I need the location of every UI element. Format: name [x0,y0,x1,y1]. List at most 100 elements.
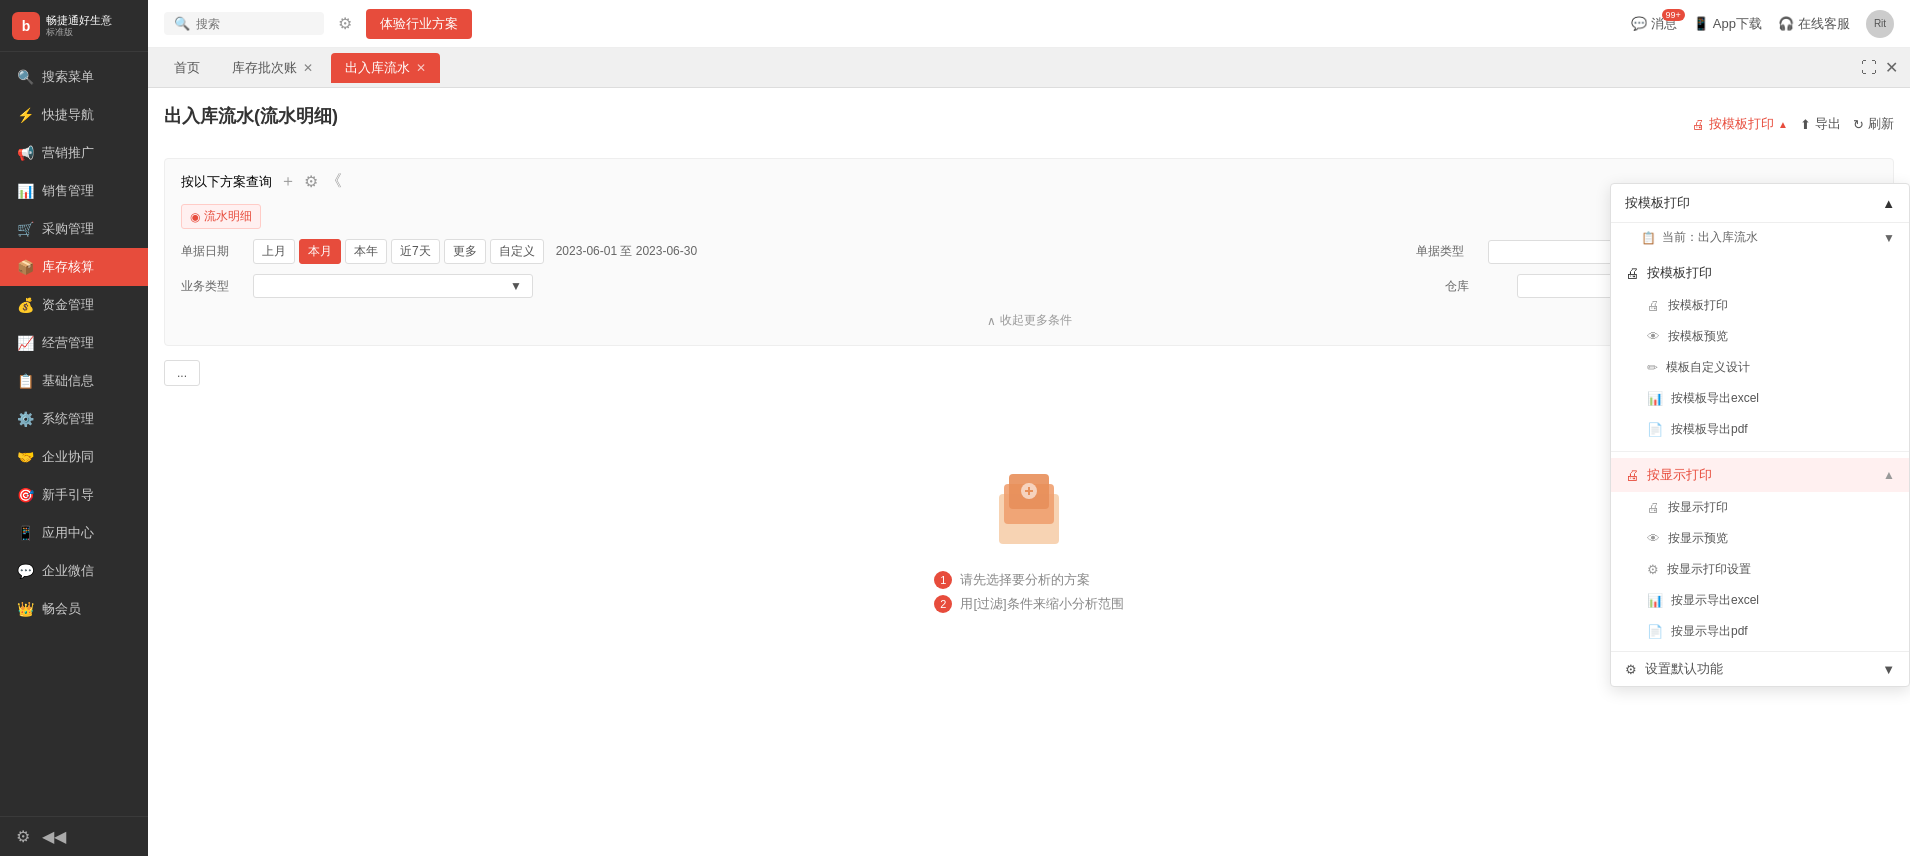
search-input[interactable] [196,17,296,31]
print-settings-display-item[interactable]: ⚙ 按显示打印设置 [1611,554,1909,585]
finance-icon: 💰 [16,297,34,313]
display-section-arrow: ▲ [1883,468,1895,482]
sidebar-item-app-center[interactable]: 📱 应用中心 [0,514,148,552]
sidebar-item-marketing[interactable]: 📢 营销推广 [0,134,148,172]
sidebar-item-label: 基础信息 [42,372,94,390]
sidebar-item-label: 企业微信 [42,562,94,580]
set-default-function-item[interactable]: ⚙ 设置默认功能 ▼ [1611,651,1909,686]
settings-bottom-icon[interactable]: ⚙ [16,827,30,846]
preview-by-display-label: 按显示预览 [1668,530,1728,547]
current-chevron-icon: ▼ [1883,231,1895,245]
print-section-template-header[interactable]: 🖨 按模板打印 [1611,256,1909,290]
settings-gear-icon[interactable]: ⚙ [334,10,356,37]
print-dropdown: 按模板打印 ▲ 📋 当前：出入库流水 ▼ 🖨 按模板打印 🖨 按模板打印 [1610,183,1910,687]
sidebar-item-wechat[interactable]: 💬 企业微信 [0,552,148,590]
tab-close-inout[interactable]: ✕ [416,61,426,75]
add-filter-btn[interactable]: ＋ [280,171,296,192]
sidebar-item-quick-nav[interactable]: ⚡ 快捷导航 [0,96,148,134]
sidebar-item-label: 经营管理 [42,334,94,352]
refresh-btn[interactable]: ↻ 刷新 [1853,115,1894,133]
filter-type-tag[interactable]: ◉ 流水明细 [181,204,261,229]
system-icon: ⚙️ [16,411,34,427]
message-badge: 99+ [1662,9,1685,21]
export-excel-display-item[interactable]: 📊 按显示导出excel [1611,585,1909,616]
sidebar-item-purchase[interactable]: 🛒 采购管理 [0,210,148,248]
page-title: 出入库流水(流水明细) [164,104,338,128]
date-btn-last-month[interactable]: 上月 [253,239,295,264]
date-btn-more[interactable]: 更多 [444,239,486,264]
excel-icon-1: 📊 [1647,391,1663,406]
tab-bar: 首页 库存批次账 ✕ 出入库流水 ✕ ⛶ ✕ [148,48,1910,88]
avatar[interactable]: Rit [1866,10,1894,38]
export-btn[interactable]: ⬆ 导出 [1800,115,1841,133]
sidebar-item-basic[interactable]: 📋 基础信息 [0,362,148,400]
export-pdf-display-item[interactable]: 📄 按显示导出pdf [1611,616,1909,647]
tab-close-batch[interactable]: ✕ [303,61,313,75]
logo-icon: b [12,12,40,40]
sidebar-item-operation[interactable]: 📈 经营管理 [0,324,148,362]
date-btn-7days[interactable]: 近7天 [391,239,440,264]
sidebar-item-finance[interactable]: 💰 资金管理 [0,286,148,324]
message-item[interactable]: 💬 消息 99+ [1631,15,1677,33]
app-download-item[interactable]: 📱 App下载 [1693,15,1762,33]
sidebar-item-label: 企业协同 [42,448,94,466]
date-btn-custom[interactable]: 自定义 [490,239,544,264]
tab-home[interactable]: 首页 [160,53,214,83]
preview-by-template-item[interactable]: 👁 按模板预览 [1611,321,1909,352]
print-section-display-header[interactable]: 🖨 按显示打印 ▲ [1611,458,1909,492]
sidebar-item-member[interactable]: 👑 畅会员 [0,590,148,628]
search-icon: 🔍 [16,69,34,85]
default-function-label: 设置默认功能 [1645,660,1723,678]
pdf-icon-2: 📄 [1647,624,1663,639]
print-template-btn[interactable]: 🖨 按模板打印 ▲ [1692,115,1788,133]
preview-icon-2: 👁 [1647,531,1660,546]
default-function-icon: ⚙ [1625,662,1637,677]
print-by-template-item[interactable]: 🖨 按模板打印 [1611,290,1909,321]
date-range-text: 2023-06-01 至 2023-06-30 [556,243,697,260]
business-type-select[interactable]: ▼ [253,274,533,298]
collapse-sidebar-icon[interactable]: ◀◀ [42,827,66,846]
filter-tag-icon: ◉ [190,210,200,224]
more-actions-btn[interactable]: ... [164,360,200,386]
search-icon: 🔍 [174,16,190,31]
print-by-display-item[interactable]: 🖨 按显示打印 [1611,492,1909,523]
export-pdf-template-item[interactable]: 📄 按模板导出pdf [1611,414,1909,445]
business-type-label: 业务类型 [181,278,241,295]
design-icon: ✏ [1647,360,1658,375]
pdf-icon-1: 📄 [1647,422,1663,437]
date-btn-this-year[interactable]: 本年 [345,239,387,264]
tab-inout-flow-label: 出入库流水 [345,59,410,77]
sidebar-item-label: 新手引导 [42,486,94,504]
sidebar-item-corp[interactable]: 🤝 企业协同 [0,438,148,476]
print-section-display: 🖨 按显示打印 ▲ 🖨 按显示打印 👁 按显示预览 ⚙ 按显示打印设置 [1611,454,1909,651]
trial-btn[interactable]: 体验行业方案 [366,9,472,39]
filter-collapse-btn[interactable]: 《 [326,171,342,192]
print-dropdown-header[interactable]: 按模板打印 ▲ [1611,184,1909,223]
sidebar-item-search[interactable]: 🔍 搜索菜单 [0,58,148,96]
export-excel-template-item[interactable]: 📊 按模板导出excel [1611,383,1909,414]
export-pdf-template-label: 按模板导出pdf [1671,421,1748,438]
sidebar-item-inventory[interactable]: 📦 库存核算 [0,248,148,286]
close-dropdown-icon[interactable]: ▲ [1882,196,1895,211]
tab-inout-flow[interactable]: 出入库流水 ✕ [331,53,440,83]
sidebar-item-guide[interactable]: 🎯 新手引导 [0,476,148,514]
preview-by-display-item[interactable]: 👁 按显示预览 [1611,523,1909,554]
filter-settings-btn[interactable]: ⚙ [304,172,318,191]
tab-batch-account[interactable]: 库存批次账 ✕ [218,53,327,83]
app-download-icon: 📱 [1693,16,1709,31]
tab-close-btn[interactable]: ✕ [1885,58,1898,77]
template-section-label: 按模板打印 [1647,264,1895,282]
tab-maximize-btn[interactable]: ⛶ [1861,59,1877,77]
export-label: 导出 [1815,115,1841,133]
inventory-icon: 📦 [16,259,34,275]
avatar-text: Rit [1874,18,1886,29]
date-btn-this-month[interactable]: 本月 [299,239,341,264]
template-design-item[interactable]: ✏ 模板自定义设计 [1611,352,1909,383]
sidebar-item-sales[interactable]: 📊 销售管理 [0,172,148,210]
topbar-search[interactable]: 🔍 [164,12,324,35]
sidebar-item-label: 搜索菜单 [42,68,94,86]
customer-service-item[interactable]: 🎧 在线客服 [1778,15,1850,33]
sidebar-item-system[interactable]: ⚙️ 系统管理 [0,400,148,438]
customer-service-label: 在线客服 [1798,15,1850,33]
template-section-icon: 🖨 [1625,265,1639,281]
